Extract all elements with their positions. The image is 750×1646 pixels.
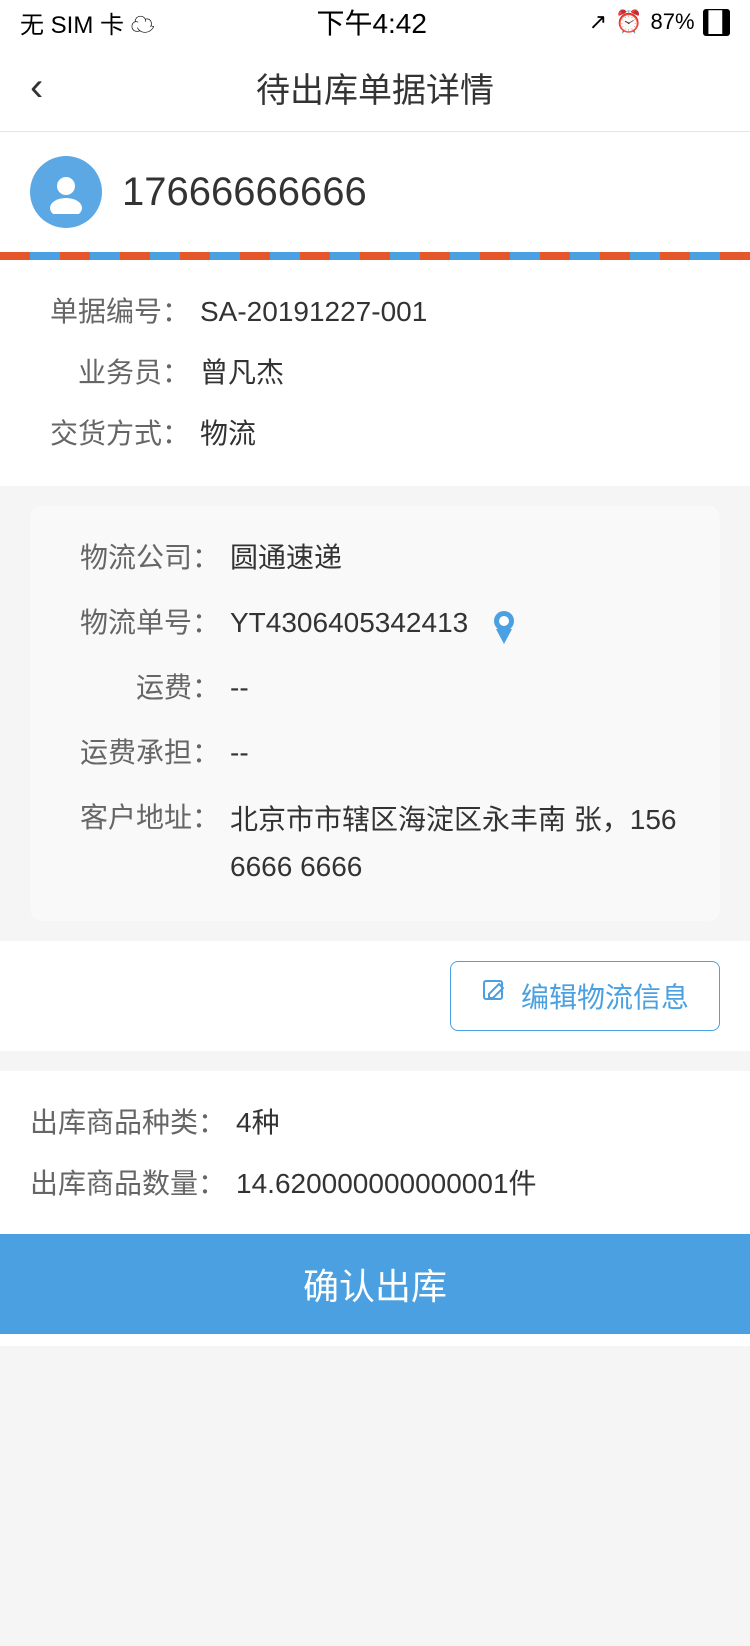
tracking-no-row: 物流单号： YT4306405342413 — [60, 601, 690, 646]
logistics-company-row: 物流公司： 圆通速递 — [60, 536, 690, 581]
goods-types-row: 出库商品种类： 4种 — [30, 1101, 720, 1146]
battery-icon: ▉ — [703, 9, 730, 36]
delivery-method-row: 交货方式： 物流 — [30, 412, 720, 457]
edit-icon — [481, 978, 509, 1013]
order-no-label: 单据编号： — [30, 290, 190, 335]
freight-row: 运费： -- — [60, 666, 690, 711]
status-bar: 无 SIM 卡 ☁ 下午4:42 ↗ ⏰ 87% ▉ — [0, 0, 750, 44]
goods-quantity-label: 出库商品数量： — [30, 1162, 226, 1207]
order-no-row: 单据编号： SA-20191227-001 — [30, 290, 720, 335]
logistics-company-value: 圆通速递 — [230, 536, 690, 581]
order-no-value: SA-20191227-001 — [200, 290, 720, 335]
map-pin-icon[interactable] — [484, 604, 524, 644]
goods-quantity-row: 出库商品数量： 14.620000000000001件 — [30, 1162, 720, 1207]
address-label: 客户地址： — [60, 796, 220, 841]
status-left: 无 SIM 卡 ☁ — [20, 5, 155, 40]
battery-level: 87% — [651, 9, 695, 35]
salesman-value: 曾凡杰 — [200, 351, 720, 396]
freight-bearer-row: 运费承担： -- — [60, 731, 690, 776]
person-icon — [44, 170, 88, 214]
freight-bearer-value: -- — [230, 731, 690, 776]
goods-types-value: 4种 — [236, 1101, 720, 1146]
alarm-icon: ⏰ — [615, 9, 642, 35]
confirm-button[interactable]: 确认出库 — [0, 1234, 750, 1334]
bottom-spacer — [0, 1346, 750, 1546]
section-gap-1 — [0, 1051, 750, 1071]
location-status-icon: ↗ — [589, 9, 607, 35]
avatar — [30, 156, 102, 228]
tracking-no-value: YT4306405342413 — [230, 601, 468, 646]
customer-header: 17666666666 — [0, 132, 750, 252]
page-title: 待出库单据详情 — [256, 63, 494, 112]
freight-label: 运费： — [60, 666, 220, 711]
goods-quantity-value: 14.620000000000001件 — [236, 1162, 720, 1207]
sim-status: 无 SIM 卡 ☁ — [20, 5, 155, 40]
edit-logistics-button[interactable]: 编辑物流信息 — [450, 961, 720, 1031]
edit-logistics-label: 编辑物流信息 — [521, 976, 689, 1016]
freight-value: -- — [230, 666, 690, 711]
salesman-row: 业务员： 曾凡杰 — [30, 351, 720, 396]
logistics-company-label: 物流公司： — [60, 536, 220, 581]
address-row: 客户地址： 北京市市辖区海淀区永丰南 张，156 6666 6666 — [60, 796, 690, 891]
confirm-btn-label: 确认出库 — [303, 1258, 447, 1310]
delivery-method-value: 物流 — [200, 412, 720, 457]
nav-bar: ‹ 待出库单据详情 — [0, 44, 750, 132]
tracking-no-container: YT4306405342413 — [230, 601, 524, 646]
tracking-no-label: 物流单号： — [60, 601, 220, 646]
logistics-card: 物流公司： 圆通速递 物流单号： YT4306405342413 运费： -- — [30, 506, 720, 920]
status-right: ↗ ⏰ 87% ▉ — [589, 9, 730, 36]
delivery-method-label: 交货方式： — [30, 412, 190, 457]
goods-section: 出库商品种类： 4种 出库商品数量： 14.620000000000001件 — [0, 1071, 750, 1237]
status-time: 下午4:42 — [316, 2, 427, 42]
goods-types-label: 出库商品种类： — [30, 1101, 226, 1146]
dashed-divider — [0, 252, 750, 260]
back-button[interactable]: ‹ — [30, 65, 43, 110]
edit-btn-row: 编辑物流信息 — [0, 941, 750, 1051]
salesman-label: 业务员： — [30, 351, 190, 396]
address-value: 北京市市辖区海淀区永丰南 张，156 6666 6666 — [230, 796, 690, 891]
freight-bearer-label: 运费承担： — [60, 731, 220, 776]
order-info-section: 单据编号： SA-20191227-001 业务员： 曾凡杰 交货方式： 物流 — [0, 260, 750, 486]
customer-phone: 17666666666 — [122, 170, 367, 215]
